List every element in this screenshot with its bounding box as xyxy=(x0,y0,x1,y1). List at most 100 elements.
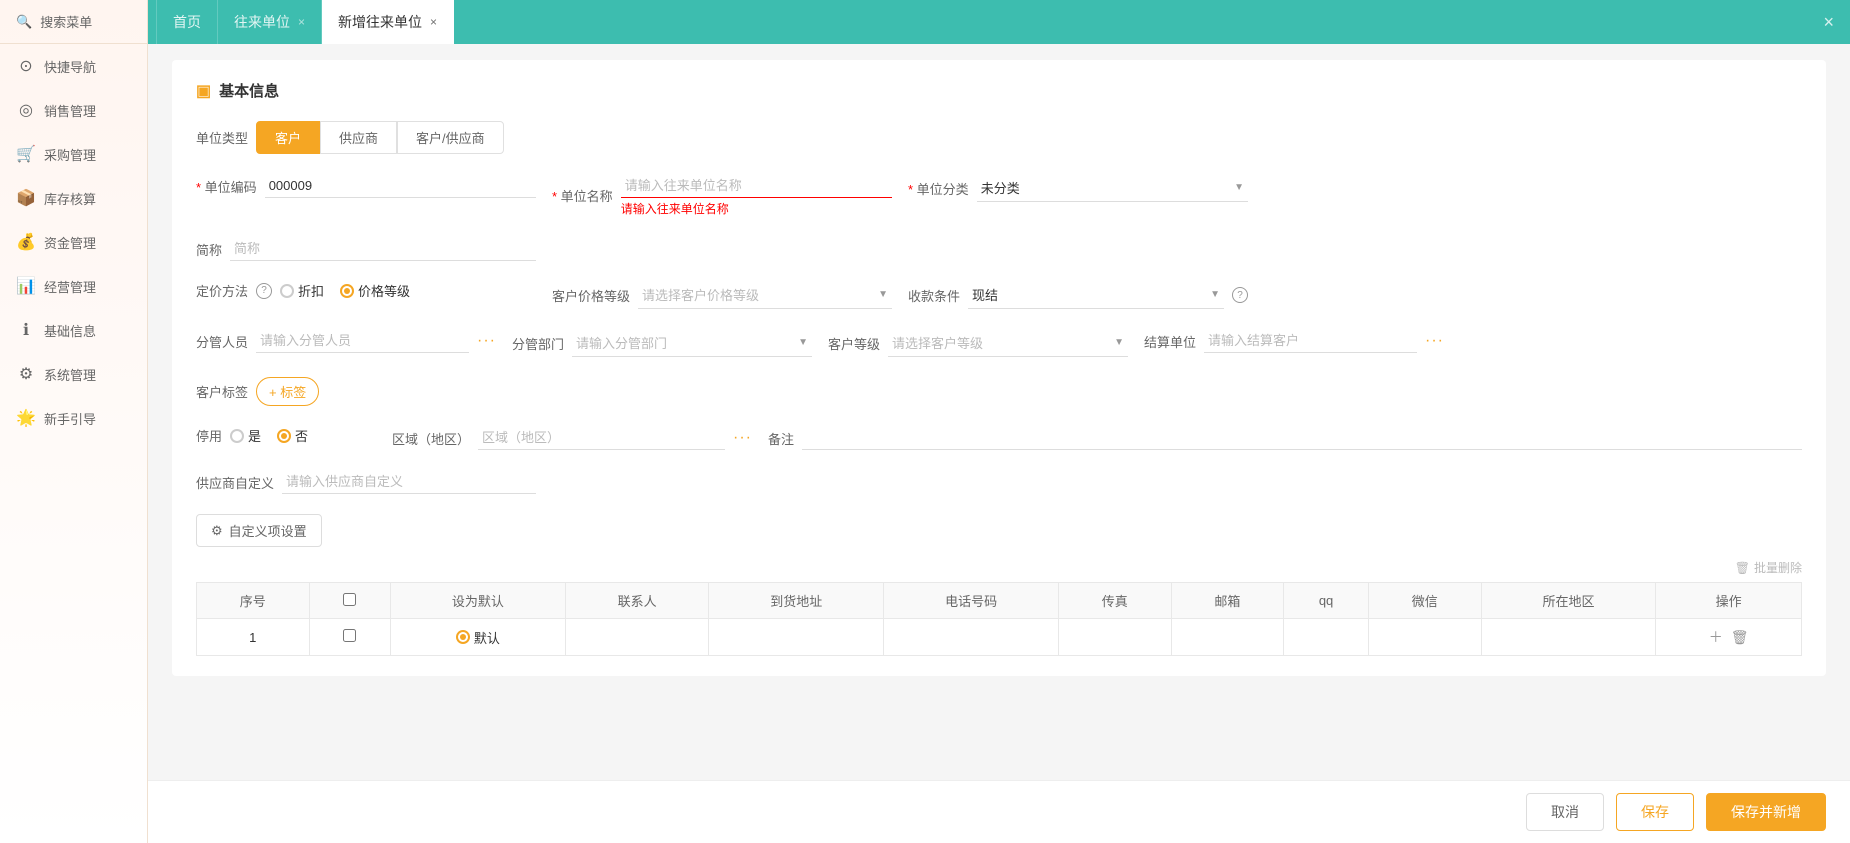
payment-condition-select[interactable]: 现结 ▼ xyxy=(968,281,1224,309)
sidebar-search[interactable]: 🔍 搜索菜单 xyxy=(0,0,147,44)
region-more-btn[interactable]: ··· xyxy=(733,429,752,447)
table-header-checkbox xyxy=(309,583,390,619)
unit-name-label: 单位名称 xyxy=(552,186,613,205)
save-new-button[interactable]: 保存并新增 xyxy=(1706,793,1826,831)
row-checkbox[interactable] xyxy=(343,629,356,642)
pricing-discount-circle xyxy=(280,284,294,298)
tab-new-partner-close[interactable]: × xyxy=(430,15,437,29)
table-cell-phone xyxy=(884,619,1059,656)
unit-name-input[interactable] xyxy=(621,174,892,198)
pricing-discount-radio[interactable]: 折扣 xyxy=(280,281,324,300)
supervisor-input[interactable] xyxy=(256,329,469,353)
table-header-wechat: 微信 xyxy=(1369,583,1482,619)
unit-type-label: 单位类型 xyxy=(196,128,248,147)
table-row: 1 默认 xyxy=(197,619,1802,656)
table-header-region: 所在地区 xyxy=(1481,583,1656,619)
unit-code-input[interactable] xyxy=(265,174,536,198)
customer-price-level-field: 客户价格等级 请选择客户价格等级 ▼ xyxy=(552,281,892,309)
table-header-default: 设为默认 xyxy=(390,583,565,619)
save-button[interactable]: 保存 xyxy=(1616,793,1694,831)
unit-category-select[interactable]: 未分类 ▼ xyxy=(977,174,1248,202)
settlement-more-btn[interactable]: ··· xyxy=(1425,332,1444,350)
supervisor-field: 分管人员 ··· xyxy=(196,329,496,353)
unit-type-both-btn[interactable]: 客户/供应商 xyxy=(397,121,504,154)
pricing-level-circle xyxy=(340,284,354,298)
pricing-level-radio[interactable]: 价格等级 xyxy=(340,281,410,300)
sidebar-item-finance[interactable]: 💰 资金管理 xyxy=(0,220,147,264)
sidebar-item-purchase[interactable]: 🛒 采购管理 xyxy=(0,132,147,176)
sidebar-item-guide[interactable]: 🌟 新手引导 xyxy=(0,396,147,440)
sidebar-item-label: 经营管理 xyxy=(44,277,96,296)
batch-delete-area[interactable]: 🗑 批量删除 xyxy=(196,559,1802,576)
unit-code-label: 单位编码 xyxy=(196,177,257,196)
purchase-icon: 🛒 xyxy=(16,144,36,164)
unit-type-group: 客户 供应商 客户/供应商 xyxy=(256,121,504,154)
contacts-table: 序号 设为默认 联系人 到货地址 电话号码 传真 邮箱 qq 微信 所在地区 操… xyxy=(196,582,1802,656)
unit-type-field: 单位类型 客户 供应商 客户/供应商 xyxy=(196,121,1802,154)
settlement-unit-input[interactable] xyxy=(1204,329,1417,353)
sidebar-item-inventory[interactable]: 📦 库存核算 xyxy=(0,176,147,220)
customer-price-level-arrow: ▼ xyxy=(878,289,888,300)
customer-level-arrow: ▼ xyxy=(1114,337,1124,348)
table-header-address: 到货地址 xyxy=(709,583,884,619)
sidebar-item-basic[interactable]: ℹ 基础信息 xyxy=(0,308,147,352)
guide-icon: 🌟 xyxy=(16,408,36,428)
disabled-row: 停用 是 否 区 xyxy=(196,426,1802,450)
pricing-level-label: 价格等级 xyxy=(358,281,410,300)
payment-condition-arrow: ▼ xyxy=(1210,289,1220,300)
customer-level-select[interactable]: 请选择客户等级 ▼ xyxy=(888,329,1128,357)
remark-input[interactable] xyxy=(802,426,1802,450)
default-radio[interactable]: 默认 xyxy=(401,628,555,647)
table-cell-seq: 1 xyxy=(197,619,310,656)
tab-home[interactable]: 首页 xyxy=(156,0,218,44)
payment-help-icon[interactable]: ? xyxy=(1232,287,1248,303)
short-name-input[interactable] xyxy=(230,237,536,261)
department-select[interactable]: 请输入分管部门 ▼ xyxy=(572,329,812,357)
add-row-btn[interactable]: ＋ xyxy=(1709,627,1723,647)
remark-label: 备注 xyxy=(768,429,794,448)
default-label: 默认 xyxy=(474,628,500,647)
customer-price-level-select[interactable]: 请选择客户价格等级 ▼ xyxy=(638,281,892,309)
delete-row-btn[interactable]: 🗑 xyxy=(1731,629,1749,646)
disabled-yes-radio[interactable]: 是 xyxy=(230,426,261,445)
tab-partner-close[interactable]: × xyxy=(298,15,305,29)
disabled-no-circle xyxy=(277,429,291,443)
disabled-yes-label: 是 xyxy=(248,426,261,445)
custom-settings-btn[interactable]: ⚙ 自定义项设置 xyxy=(196,514,322,547)
unit-type-supplier-btn[interactable]: 供应商 xyxy=(320,121,397,154)
short-name-row: 简称 xyxy=(196,237,1802,261)
sidebar-item-operation[interactable]: 📊 经营管理 xyxy=(0,264,147,308)
supervisor-row: 分管人员 ··· 分管部门 请输入分管部门 ▼ 客户等级 请选择客户等级 ▼ xyxy=(196,329,1802,357)
add-tag-btn[interactable]: + 标签 xyxy=(256,377,319,406)
table-select-all[interactable] xyxy=(343,593,356,606)
table-header-row: 序号 设为默认 联系人 到货地址 电话号码 传真 邮箱 qq 微信 所在地区 操… xyxy=(197,583,1802,619)
pricing-row: 定价方法 ? 折扣 价格等级 xyxy=(196,281,1802,309)
window-close-button[interactable]: × xyxy=(1815,12,1842,33)
disabled-no-radio[interactable]: 否 xyxy=(277,426,308,445)
supervisor-more-btn[interactable]: ··· xyxy=(477,332,496,350)
sidebar-item-label: 新手引导 xyxy=(44,409,96,428)
unit-type-customer-btn[interactable]: 客户 xyxy=(256,121,320,154)
disabled-field: 停用 是 否 xyxy=(196,426,376,445)
region-field: 区域（地区） ··· xyxy=(392,426,752,450)
tab-new-partner-label: 新增往来单位 xyxy=(338,12,422,32)
customer-tag-label: 客户标签 xyxy=(196,382,248,401)
region-input[interactable] xyxy=(478,426,725,450)
tab-new-partner[interactable]: 新增往来单位 × xyxy=(322,0,454,44)
cancel-button[interactable]: 取消 xyxy=(1526,793,1604,831)
tab-partner[interactable]: 往来单位 × xyxy=(218,0,322,44)
department-field: 分管部门 请输入分管部门 ▼ xyxy=(512,329,812,357)
customer-tag-row: 客户标签 + 标签 xyxy=(196,377,1802,406)
pricing-help-icon[interactable]: ? xyxy=(256,283,272,299)
tab-partner-label: 往来单位 xyxy=(234,12,290,32)
sidebar-item-system[interactable]: ⚙ 系统管理 xyxy=(0,352,147,396)
pricing-level-dot xyxy=(344,288,350,294)
unit-category-label: 单位分类 xyxy=(908,179,969,198)
customer-price-level-label: 客户价格等级 xyxy=(552,286,630,305)
sidebar-item-sales[interactable]: ◎ 销售管理 xyxy=(0,88,147,132)
supplier-custom-input[interactable] xyxy=(282,470,536,494)
supervisor-label: 分管人员 xyxy=(196,332,248,351)
unit-name-wrap: 请输入往来单位名称 xyxy=(621,174,892,217)
supplier-custom-label: 供应商自定义 xyxy=(196,473,274,492)
sidebar-item-quick-nav[interactable]: ⊙ 快捷导航 xyxy=(0,44,147,88)
